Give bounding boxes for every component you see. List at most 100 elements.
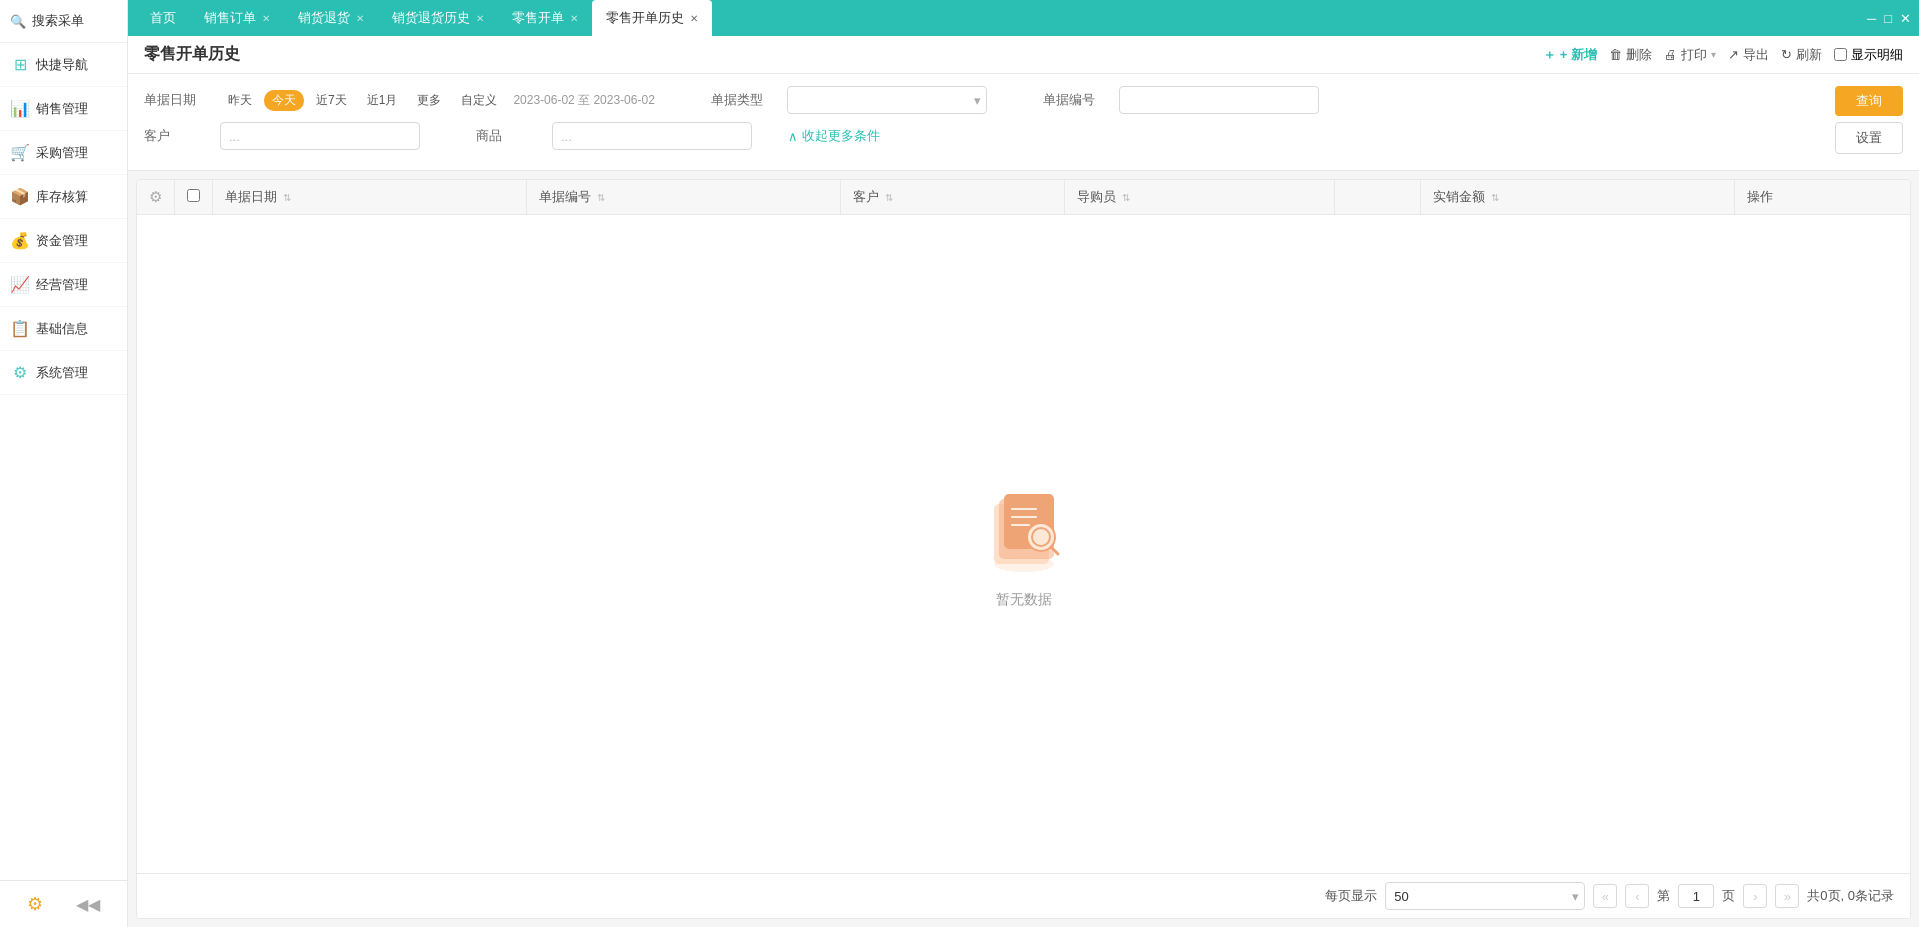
number-filter-label: 单据编号 [1043, 91, 1103, 109]
sidebar-item-label: 基础信息 [36, 320, 88, 338]
th-action-label: 操作 [1747, 189, 1773, 204]
th-number-label: 单据编号 [539, 189, 591, 204]
add-icon: ＋ [1543, 46, 1556, 64]
inventory-icon: 📦 [10, 187, 30, 206]
sidebar-item-finance[interactable]: 💰 资金管理 [0, 219, 127, 263]
tab-sales-order-close[interactable]: ✕ [262, 13, 270, 24]
th-amount[interactable]: 实销金额 ⇅ [1421, 180, 1735, 215]
tab-sales-return-label: 销货退货 [298, 9, 350, 27]
number-input[interactable] [1119, 86, 1319, 114]
th-customer[interactable]: 客户 ⇅ [841, 180, 1065, 215]
per-page-select[interactable]: 50 10 20 100 [1385, 882, 1585, 910]
sidebar: 🔍 搜索采单 ⊞ 快捷导航 📊 销售管理 🛒 采购管理 📦 库存核算 💰 资金管… [0, 0, 128, 927]
refresh-button[interactable]: ↻ 刷新 [1781, 46, 1822, 64]
tab-retail-open-close[interactable]: ✕ [570, 13, 578, 24]
date-option-1month[interactable]: 近1月 [359, 90, 406, 111]
add-button[interactable]: ＋ + 新增 [1543, 46, 1597, 64]
tab-sales-return-close[interactable]: ✕ [356, 13, 364, 24]
prev-page-button[interactable]: ‹ [1625, 884, 1649, 908]
tabs-bar: 首页 销售订单 ✕ 销货退货 ✕ 销货退货历史 ✕ 零售开单 ✕ 零售开单历史 … [128, 0, 1919, 36]
tab-retail-history-close[interactable]: ✕ [690, 13, 698, 24]
search-icon: 🔍 [10, 14, 26, 29]
export-icon: ↗ [1728, 47, 1739, 62]
filter-fields: 单据日期 昨天 今天 近7天 近1月 更多 自定义 2023-06-02 至 2… [144, 86, 1835, 158]
query-button[interactable]: 查询 [1835, 86, 1903, 116]
empty-icon [974, 479, 1074, 579]
sidebar-search[interactable]: 🔍 搜索采单 [0, 0, 127, 43]
refresh-icon: ↻ [1781, 47, 1792, 62]
empty-state: 暂无数据 [137, 215, 1910, 873]
close-button[interactable]: ✕ [1900, 11, 1911, 26]
th-spacer [1334, 180, 1421, 215]
th-guide[interactable]: 导购员 ⇅ [1065, 180, 1334, 215]
th-settings[interactable]: ⚙ [137, 180, 175, 215]
date-option-custom[interactable]: 自定义 [453, 90, 505, 111]
delete-button[interactable]: 🗑 删除 [1609, 46, 1652, 64]
export-button[interactable]: ↗ 导出 [1728, 46, 1769, 64]
display-detail-checkbox[interactable] [1834, 48, 1847, 61]
delete-icon: 🗑 [1609, 47, 1622, 62]
minimize-button[interactable]: ─ [1867, 11, 1876, 26]
customer-input[interactable]: ... [220, 122, 420, 150]
date-option-today[interactable]: 今天 [264, 90, 304, 111]
ops-icon: 📈 [10, 275, 30, 294]
print-dropdown-icon: ▾ [1711, 49, 1716, 60]
tab-retail-open[interactable]: 零售开单 ✕ [498, 0, 592, 36]
filter-area: 单据日期 昨天 今天 近7天 近1月 更多 自定义 2023-06-02 至 2… [128, 74, 1919, 171]
pagination: 每页显示 50 10 20 100 « ‹ 第 页 › [137, 873, 1910, 918]
th-action: 操作 [1735, 180, 1910, 215]
tab-sales-return[interactable]: 销货退货 ✕ [284, 0, 378, 36]
date-option-yesterday[interactable]: 昨天 [220, 90, 260, 111]
tab-home-label: 首页 [150, 9, 176, 27]
th-number[interactable]: 单据编号 ⇅ [527, 180, 841, 215]
settings-button[interactable]: 设置 [1835, 122, 1903, 154]
tab-sales-order[interactable]: 销售订单 ✕ [190, 0, 284, 36]
table-gear-icon[interactable]: ⚙ [149, 188, 162, 205]
first-page-button[interactable]: « [1593, 884, 1617, 908]
sidebar-item-ops[interactable]: 📈 经营管理 [0, 263, 127, 307]
th-date[interactable]: 单据日期 ⇅ [213, 180, 527, 215]
tab-home[interactable]: 首页 [136, 0, 190, 36]
system-icon: ⚙ [10, 363, 30, 382]
last-page-button[interactable]: » [1775, 884, 1799, 908]
collapse-button[interactable]: ∧ 收起更多条件 [788, 127, 880, 145]
collapse-icon: ∧ [788, 129, 798, 144]
th-checkbox[interactable] [175, 180, 213, 215]
add-label: + 新增 [1560, 46, 1597, 64]
prev-page-icon: ‹ [1635, 889, 1639, 904]
collapse-sidebar-icon[interactable]: ◀◀ [76, 895, 100, 914]
print-icon: 🖨 [1664, 47, 1677, 62]
next-page-button[interactable]: › [1743, 884, 1767, 908]
collapse-label: 收起更多条件 [802, 127, 880, 145]
tab-retail-history[interactable]: 零售开单历史 ✕ [592, 0, 712, 36]
select-all-checkbox[interactable] [187, 189, 200, 202]
product-placeholder: ... [561, 129, 572, 144]
tab-sales-order-label: 销售订单 [204, 9, 256, 27]
settings-gear-icon[interactable]: ⚙ [27, 893, 43, 915]
sidebar-search-label: 搜索采单 [32, 12, 84, 30]
sidebar-item-inventory[interactable]: 📦 库存核算 [0, 175, 127, 219]
main-content: 首页 销售订单 ✕ 销货退货 ✕ 销货退货历史 ✕ 零售开单 ✕ 零售开单历史 … [128, 0, 1919, 927]
page-number-input[interactable] [1678, 884, 1714, 908]
date-option-more[interactable]: 更多 [409, 90, 449, 111]
table-head: ⚙ 单据日期 ⇅ 单据编号 ⇅ [137, 180, 1910, 215]
per-page-select-wrapper: 50 10 20 100 [1385, 882, 1585, 910]
export-label: 导出 [1743, 46, 1769, 64]
sidebar-item-purchase[interactable]: 🛒 采购管理 [0, 131, 127, 175]
product-input[interactable]: ... [552, 122, 752, 150]
date-option-7days[interactable]: 近7天 [308, 90, 355, 111]
print-button[interactable]: 🖨 打印 ▾ [1664, 46, 1716, 64]
sidebar-item-sales[interactable]: 📊 销售管理 [0, 87, 127, 131]
sidebar-item-system[interactable]: ⚙ 系统管理 [0, 351, 127, 395]
display-detail-toggle[interactable]: 显示明细 [1834, 46, 1903, 64]
tab-sales-return-history-close[interactable]: ✕ [476, 13, 484, 24]
sidebar-item-base[interactable]: 📋 基础信息 [0, 307, 127, 351]
maximize-button[interactable]: □ [1884, 11, 1892, 26]
sidebar-item-quick-nav[interactable]: ⊞ 快捷导航 [0, 43, 127, 87]
tab-sales-return-history[interactable]: 销货退货历史 ✕ [378, 0, 498, 36]
th-customer-label: 客户 [853, 189, 879, 204]
date-filter-label: 单据日期 [144, 91, 204, 109]
th-amount-sort-icon: ⇅ [1491, 192, 1499, 203]
base-icon: 📋 [10, 319, 30, 338]
type-select[interactable] [787, 86, 987, 114]
